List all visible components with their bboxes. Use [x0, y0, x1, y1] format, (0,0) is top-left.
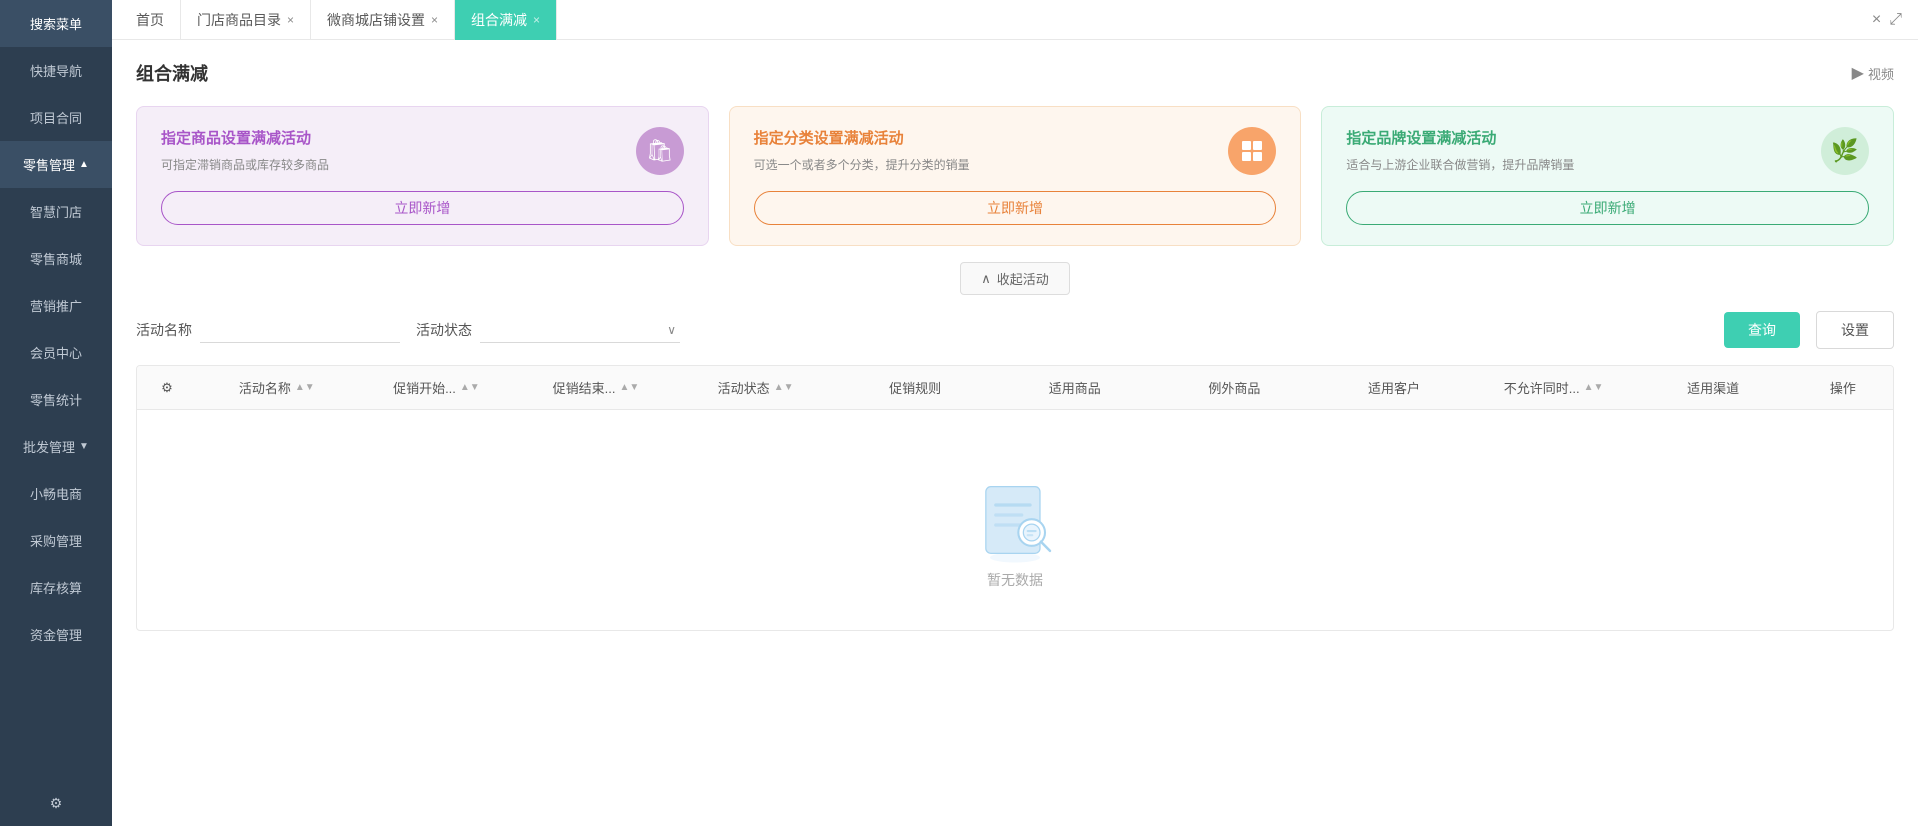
empty-text: 暂无数据 — [987, 570, 1043, 590]
sidebar-item-inventory-calc[interactable]: 库存核算 — [0, 564, 112, 611]
video-link[interactable]: ▶ 视频 — [1852, 63, 1894, 83]
sidebar-settings-btn[interactable]: ⚙ — [0, 781, 112, 826]
promo-card-category-desc: 可选一个或者多个分类，提升分类的销量 — [754, 156, 1277, 175]
filter-name-input[interactable] — [200, 318, 400, 343]
tab-bar: 首页 门店商品目录 × 微商城店铺设置 × 组合满减 × × ⤢ — [112, 0, 1918, 40]
tab-home[interactable]: 首页 — [120, 0, 181, 40]
close-window-btn[interactable]: × — [1872, 11, 1881, 29]
chevron-up-icon: ∧ — [981, 271, 991, 287]
chevron-up-icon: ▲ — [79, 159, 89, 170]
sort-icon-end[interactable]: ▲▼ — [620, 383, 640, 393]
th-except: 例外商品 — [1155, 378, 1315, 397]
table-header: ⚙ 活动名称 ▲▼ 促销开始... ▲▼ 促销结束... ▲▼ 活动状态 ▲▼ — [137, 366, 1893, 410]
promo-card-product-btn[interactable]: 立即新增 — [161, 191, 684, 225]
filter-status-label: 活动状态 — [416, 320, 472, 340]
settings-icon[interactable]: ⚙ — [161, 380, 173, 396]
sort-icon-no-concurrent[interactable]: ▲▼ — [1584, 383, 1604, 393]
filter-status-select[interactable]: 进行中 已结束 未开始 — [480, 318, 680, 343]
sort-icon-start[interactable]: ▲▼ — [460, 383, 480, 393]
close-tab-combo-discount[interactable]: × — [533, 13, 540, 27]
promo-card-product-desc: 可指定滞销商品或库存较多商品 — [161, 156, 684, 175]
promo-card-category-btn[interactable]: 立即新增 — [754, 191, 1277, 225]
close-tab-weimall-settings[interactable]: × — [431, 13, 438, 27]
promo-card-brand-desc: 适合与上游企业联合做营销，提升品牌销量 — [1346, 156, 1869, 175]
collapse-activities-btn[interactable]: ∧ 收起活动 — [960, 262, 1070, 295]
th-start: 促销开始... ▲▼ — [357, 378, 517, 397]
page-title: 组合满减 — [136, 60, 208, 86]
tab-weimall-settings[interactable]: 微商城店铺设置 × — [311, 0, 455, 40]
sidebar-item-purchase-mgmt[interactable]: 采购管理 — [0, 517, 112, 564]
promo-card-brand-title: 指定品牌设置满减活动 — [1346, 127, 1869, 148]
collapse-bar: ∧ 收起活动 — [136, 262, 1894, 295]
filter-item-name: 活动名称 — [136, 318, 400, 343]
filter-name-label: 活动名称 — [136, 320, 192, 340]
page-header: 组合满减 ▶ 视频 — [136, 60, 1894, 86]
chevron-down-icon: ▼ — [79, 441, 89, 452]
sidebar-item-retail-mall[interactable]: 零售商城 — [0, 235, 112, 282]
sidebar-item-quick-nav[interactable]: 快捷导航 — [0, 47, 112, 94]
sidebar-item-member-center[interactable]: 会员中心 — [0, 329, 112, 376]
th-name: 活动名称 ▲▼ — [197, 378, 357, 397]
th-no-concurrent: 不允许同时... ▲▼ — [1474, 378, 1634, 397]
promo-card-category-icon — [1228, 127, 1276, 175]
promo-card-category-title: 指定分类设置满减活动 — [754, 127, 1277, 148]
table-empty-state: 暂无数据 — [137, 410, 1893, 630]
sidebar-item-retail-stats[interactable]: 零售统计 — [0, 376, 112, 423]
sidebar-item-marketing[interactable]: 营销推广 — [0, 282, 112, 329]
sidebar-item-smart-store[interactable]: 智慧门店 — [0, 188, 112, 235]
th-channel: 适用渠道 — [1633, 378, 1793, 397]
content-area: 组合满减 ▶ 视频 指定商品设置满减活动 可指定滞销商品或库存较多商品 🛍 立即… — [112, 40, 1918, 826]
empty-illustration — [965, 470, 1065, 570]
sort-icon-status[interactable]: ▲▼ — [774, 383, 794, 393]
gear-icon: ⚙ — [50, 795, 63, 811]
promo-card-product-icon: 🛍 — [636, 127, 684, 175]
query-btn[interactable]: 查询 — [1724, 312, 1800, 348]
sidebar-item-wholesale-mgmt[interactable]: 批发管理 ▼ — [0, 423, 112, 470]
th-ops: 操作 — [1793, 378, 1893, 397]
th-status: 活动状态 ▲▼ — [676, 378, 836, 397]
data-table: ⚙ 活动名称 ▲▼ 促销开始... ▲▼ 促销结束... ▲▼ 活动状态 ▲▼ — [136, 365, 1894, 631]
promo-card-brand-icon: 🌿 — [1821, 127, 1869, 175]
tab-store-catalog[interactable]: 门店商品目录 × — [181, 0, 311, 40]
promo-card-product: 指定商品设置满减活动 可指定滞销商品或库存较多商品 🛍 立即新增 — [136, 106, 709, 246]
sidebar-item-ecommerce[interactable]: 小畅电商 — [0, 470, 112, 517]
play-circle-icon: ▶ — [1852, 63, 1864, 83]
sidebar-item-search-menu[interactable]: 搜索菜单 — [0, 0, 112, 47]
main-area: 首页 门店商品目录 × 微商城店铺设置 × 组合满减 × × ⤢ 组合满减 ▶ … — [112, 0, 1918, 826]
filter-status-select-wrapper: 进行中 已结束 未开始 ∨ — [480, 318, 680, 343]
window-controls: × ⤢ — [1864, 11, 1910, 29]
promo-card-brand-btn[interactable]: 立即新增 — [1346, 191, 1869, 225]
th-rule: 促销规则 — [835, 378, 995, 397]
settings-btn[interactable]: 设置 — [1816, 311, 1894, 349]
filter-row: 活动名称 活动状态 进行中 已结束 未开始 ∨ 查询 设置 — [136, 311, 1894, 349]
sidebar-item-project-contract[interactable]: 项目合同 — [0, 94, 112, 141]
sidebar-item-retail-mgmt[interactable]: 零售管理 ▲ — [0, 141, 112, 188]
th-customer: 适用客户 — [1314, 378, 1474, 397]
maximize-window-btn[interactable]: ⤢ — [1889, 11, 1902, 29]
sort-icon-name[interactable]: ▲▼ — [295, 383, 315, 393]
close-tab-store-catalog[interactable]: × — [287, 13, 294, 27]
sidebar-item-finance-mgmt[interactable]: 资金管理 — [0, 611, 112, 658]
promo-card-brand: 指定品牌设置满减活动 适合与上游企业联合做营销，提升品牌销量 🌿 立即新增 — [1321, 106, 1894, 246]
promo-card-category: 指定分类设置满减活动 可选一个或者多个分类，提升分类的销量 立即新增 — [729, 106, 1302, 246]
th-end: 促销结束... ▲▼ — [516, 378, 676, 397]
promo-cards-row: 指定商品设置满减活动 可指定滞销商品或库存较多商品 🛍 立即新增 指定分类设置满… — [136, 106, 1894, 246]
th-settings: ⚙ — [137, 380, 197, 396]
th-goods: 适用商品 — [995, 378, 1155, 397]
filter-item-status: 活动状态 进行中 已结束 未开始 ∨ — [416, 318, 680, 343]
promo-card-product-title: 指定商品设置满减活动 — [161, 127, 684, 148]
tab-combo-discount[interactable]: 组合满减 × — [455, 0, 557, 40]
sidebar: 搜索菜单 快捷导航 项目合同 零售管理 ▲ 智慧门店 零售商城 营销推广 会员中… — [0, 0, 112, 826]
